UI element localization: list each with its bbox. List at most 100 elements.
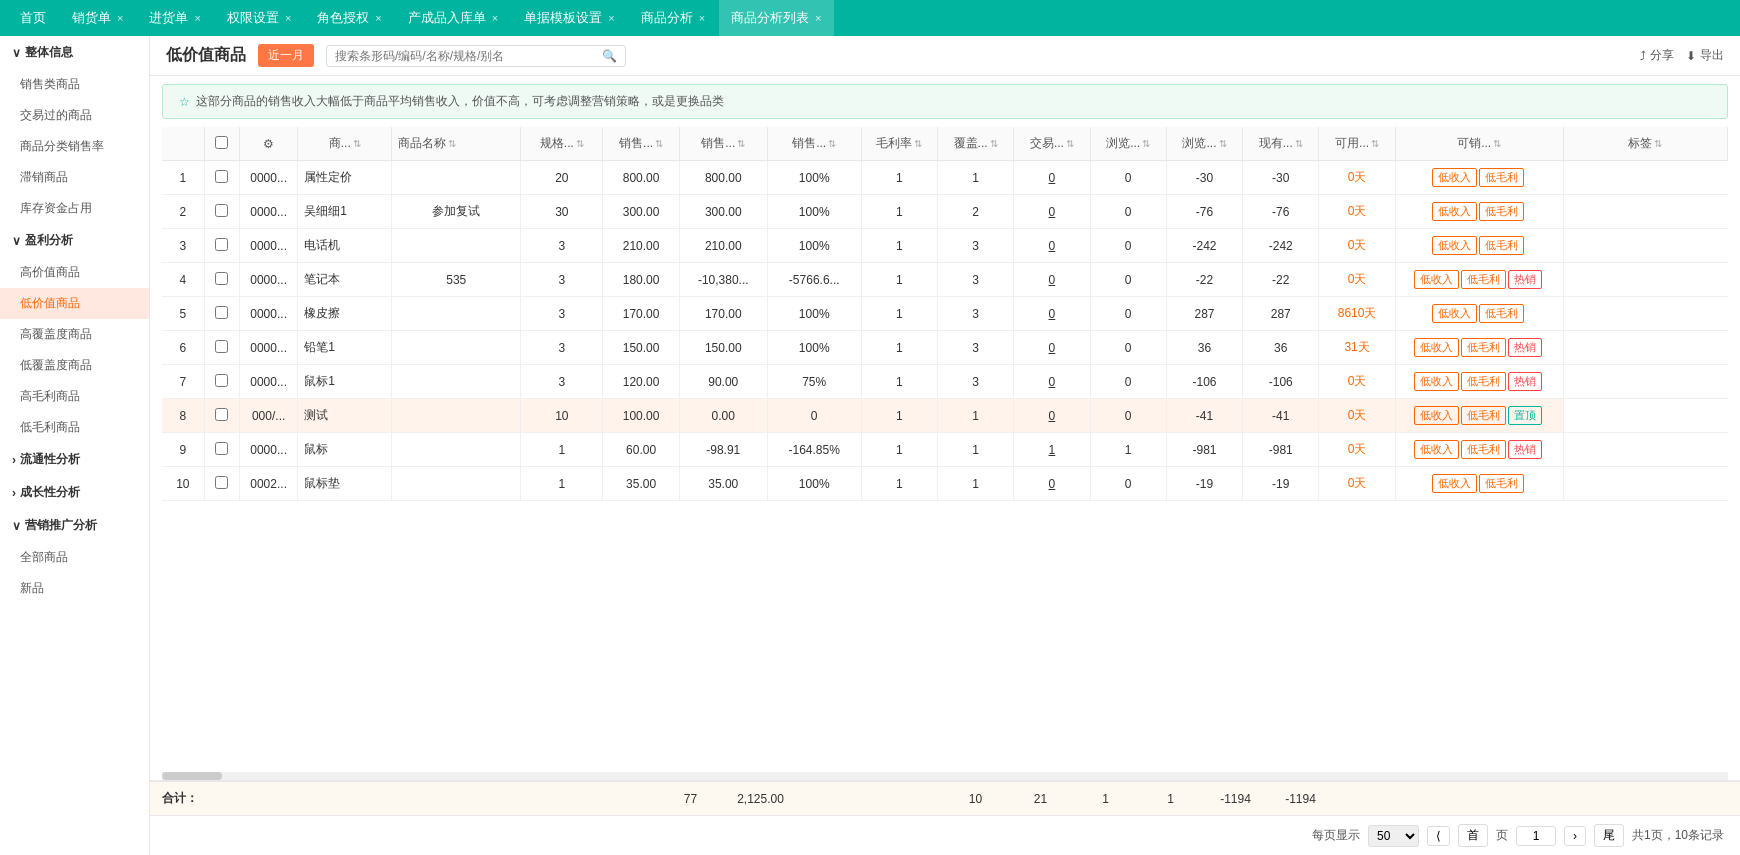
nav-analysis-list[interactable]: 商品分析列表 × — [719, 0, 833, 36]
close-role-icon[interactable]: × — [375, 12, 381, 24]
th-name[interactable]: 商品名称⇅ — [392, 127, 521, 161]
th-settings[interactable]: ⚙ — [239, 127, 297, 161]
product-tag[interactable]: 低毛利 — [1461, 372, 1506, 391]
horizontal-scrollbar[interactable] — [162, 772, 1728, 780]
row-checkbox[interactable] — [215, 272, 228, 285]
cell-browse1[interactable]: 0 — [1014, 263, 1090, 297]
cell-browse1[interactable]: 0 — [1014, 161, 1090, 195]
th-current-stock[interactable]: 现有...⇅ — [1243, 127, 1319, 161]
browse1-link[interactable]: 0 — [1049, 307, 1056, 321]
product-tag[interactable]: 低毛利 — [1461, 338, 1506, 357]
sidebar-item-slow-moving[interactable]: 滞销商品 — [0, 162, 149, 193]
sidebar-group-profit[interactable]: ∨ 盈利分析 — [0, 224, 149, 257]
th-sellable-days[interactable]: 可销...⇅ — [1395, 127, 1563, 161]
cell-check[interactable] — [204, 365, 239, 399]
cell-check[interactable] — [204, 467, 239, 501]
last-page-button[interactable]: 尾 — [1594, 824, 1624, 847]
nav-sales[interactable]: 销货单 × — [60, 0, 135, 36]
product-tag[interactable]: 低收入 — [1432, 304, 1477, 323]
cell-browse1[interactable]: 0 — [1014, 399, 1090, 433]
product-tag[interactable]: 低毛利 — [1461, 270, 1506, 289]
product-tag[interactable]: 置顶 — [1508, 406, 1542, 425]
sidebar-item-traded-products[interactable]: 交易过的商品 — [0, 100, 149, 131]
share-button[interactable]: ⤴ 分享 — [1640, 47, 1674, 64]
close-template-icon[interactable]: × — [608, 12, 614, 24]
first-page-button[interactable]: ⟨ — [1427, 826, 1450, 846]
product-tag[interactable]: 低收入 — [1432, 474, 1477, 493]
product-tag[interactable]: 热销 — [1508, 270, 1542, 289]
browse1-link[interactable]: 0 — [1049, 171, 1056, 185]
product-tag[interactable]: 低收入 — [1414, 372, 1459, 391]
th-available-stock[interactable]: 可用...⇅ — [1319, 127, 1395, 161]
browse1-link[interactable]: 0 — [1049, 409, 1056, 423]
nav-permissions[interactable]: 权限设置 × — [215, 0, 303, 36]
product-tag[interactable]: 低毛利 — [1461, 440, 1506, 459]
product-tag[interactable]: 低收入 — [1432, 202, 1477, 221]
row-checkbox[interactable] — [215, 306, 228, 319]
sidebar-item-new-products[interactable]: 新品 — [0, 573, 149, 604]
search-input[interactable] — [335, 49, 598, 63]
product-tag[interactable]: 低收入 — [1414, 406, 1459, 425]
filter-recent-month-button[interactable]: 近一月 — [258, 44, 314, 67]
product-tag[interactable]: 低收入 — [1414, 270, 1459, 289]
product-tag[interactable]: 低毛利 — [1479, 474, 1524, 493]
close-inbound-icon[interactable]: × — [492, 12, 498, 24]
th-browse2[interactable]: 浏览...⇅ — [1166, 127, 1242, 161]
sidebar-item-low-coverage[interactable]: 低覆盖度商品 — [0, 350, 149, 381]
cell-check[interactable] — [204, 399, 239, 433]
cell-check[interactable] — [204, 161, 239, 195]
cell-check[interactable] — [204, 433, 239, 467]
cell-browse1[interactable]: 0 — [1014, 365, 1090, 399]
prev-page-button[interactable]: 首 — [1458, 824, 1488, 847]
th-gross-rate[interactable]: 毛利率⇅ — [861, 127, 937, 161]
th-trade[interactable]: 交易...⇅ — [1014, 127, 1090, 161]
nav-product-inbound[interactable]: 产成品入库单 × — [396, 0, 510, 36]
search-icon[interactable]: 🔍 — [602, 49, 617, 63]
product-tag[interactable]: 热销 — [1508, 372, 1542, 391]
browse1-link[interactable]: 0 — [1049, 341, 1056, 355]
browse1-link[interactable]: 0 — [1049, 273, 1056, 287]
sidebar-item-high-value[interactable]: 高价值商品 — [0, 257, 149, 288]
row-checkbox[interactable] — [215, 238, 228, 251]
cell-check[interactable] — [204, 229, 239, 263]
sidebar-item-sales-products[interactable]: 销售类商品 — [0, 69, 149, 100]
th-sale-amount[interactable]: 销售...⇅ — [767, 127, 861, 161]
product-tag[interactable]: 低收入 — [1414, 338, 1459, 357]
cell-browse1[interactable]: 0 — [1014, 195, 1090, 229]
th-coverage[interactable]: 覆盖...⇅ — [937, 127, 1013, 161]
close-analysis-list-icon[interactable]: × — [815, 12, 821, 24]
sidebar-item-inventory-capital[interactable]: 库存资金占用 — [0, 193, 149, 224]
browse1-link[interactable]: 0 — [1049, 477, 1056, 491]
th-tags[interactable]: 标签⇅ — [1563, 127, 1727, 161]
browse1-link[interactable]: 0 — [1049, 239, 1056, 253]
product-tag[interactable]: 热销 — [1508, 440, 1542, 459]
row-checkbox[interactable] — [215, 340, 228, 353]
cell-browse1[interactable]: 0 — [1014, 229, 1090, 263]
sidebar-group-growth[interactable]: › 成长性分析 — [0, 476, 149, 509]
cell-browse1[interactable]: 0 — [1014, 467, 1090, 501]
th-browse1[interactable]: 浏览...⇅ — [1090, 127, 1166, 161]
sidebar-item-all-products[interactable]: 全部商品 — [0, 542, 149, 573]
cell-check[interactable] — [204, 195, 239, 229]
cell-browse1[interactable]: 1 — [1014, 433, 1090, 467]
export-button[interactable]: ⬇ 导出 — [1686, 47, 1724, 64]
row-checkbox[interactable] — [215, 204, 228, 217]
sidebar-item-category-sales[interactable]: 商品分类销售率 — [0, 131, 149, 162]
product-tag[interactable]: 低毛利 — [1479, 168, 1524, 187]
nav-product-analysis[interactable]: 商品分析 × — [629, 0, 717, 36]
row-checkbox[interactable] — [215, 476, 228, 489]
product-tag[interactable]: 热销 — [1508, 338, 1542, 357]
select-all-checkbox[interactable] — [215, 136, 228, 149]
th-spec[interactable]: 规格...⇅ — [521, 127, 603, 161]
product-tag[interactable]: 低收入 — [1432, 168, 1477, 187]
page-size-select[interactable]: 50 100 200 — [1368, 825, 1419, 847]
next-page-button[interactable]: › — [1564, 826, 1586, 846]
close-analysis-icon[interactable]: × — [699, 12, 705, 24]
close-sales-icon[interactable]: × — [117, 12, 123, 24]
product-tag[interactable]: 低毛利 — [1461, 406, 1506, 425]
sidebar-item-high-coverage[interactable]: 高覆盖度商品 — [0, 319, 149, 350]
sidebar-group-circulation[interactable]: › 流通性分析 — [0, 443, 149, 476]
nav-role-auth[interactable]: 角色授权 × — [305, 0, 393, 36]
product-tag[interactable]: 低收入 — [1414, 440, 1459, 459]
th-sale-price[interactable]: 销售...⇅ — [679, 127, 767, 161]
